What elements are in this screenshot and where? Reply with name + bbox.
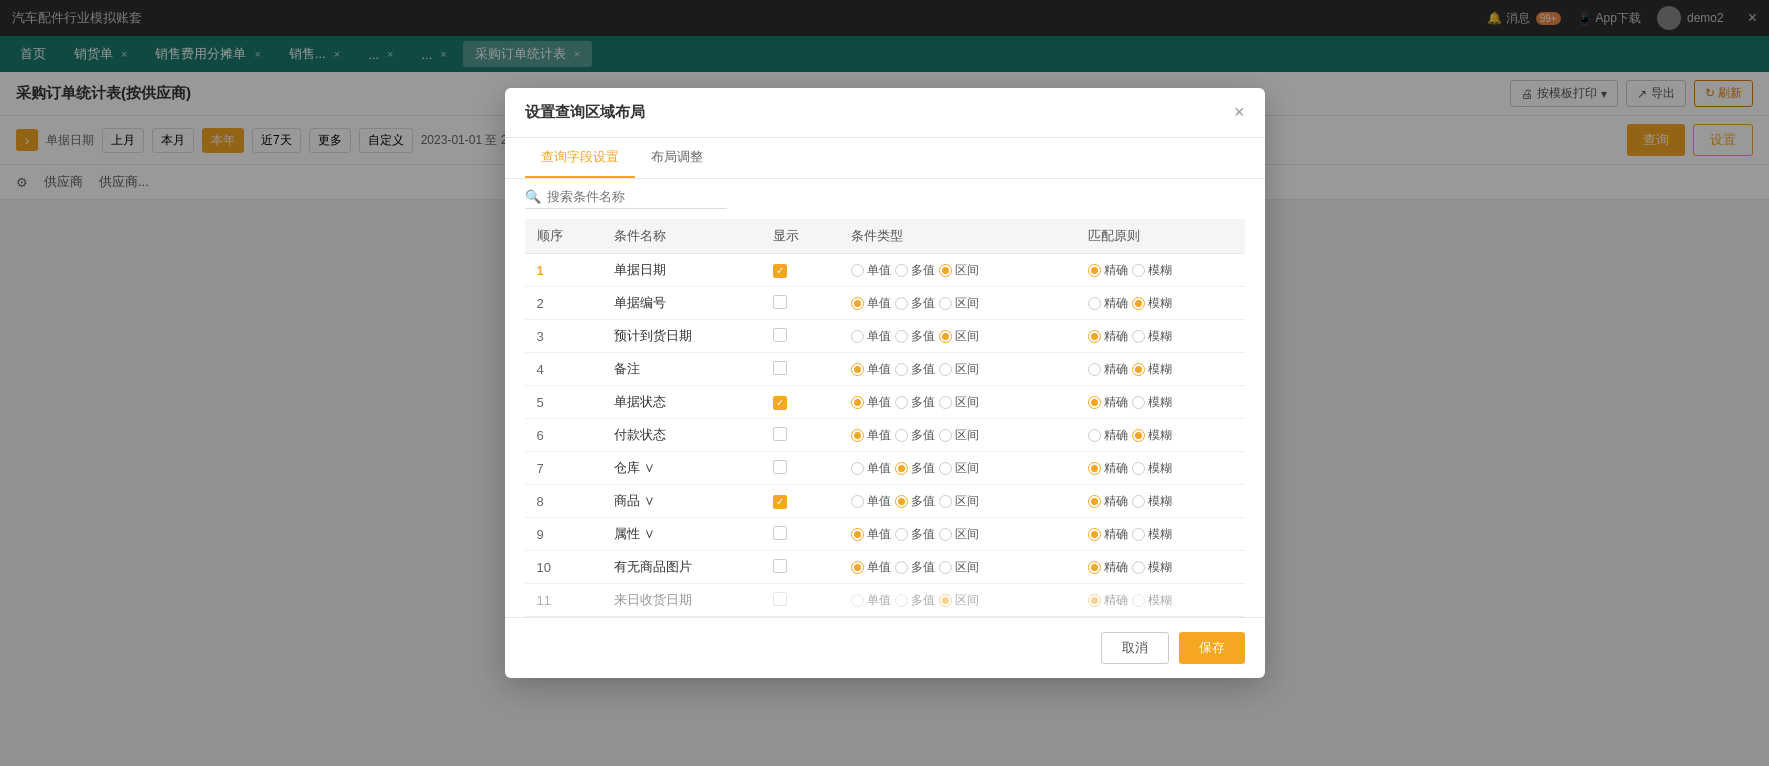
modal-close-button[interactable]: × (1234, 102, 1245, 123)
modal-tabs: 查询字段设置 布局调整 (505, 138, 1265, 179)
modal-header: 设置查询区域布局 × (505, 88, 1265, 138)
modal-title: 设置查询区域布局 (525, 103, 645, 122)
modal-dialog: 设置查询区域布局 × 查询字段设置 布局调整 🔍 顺序 (505, 88, 1265, 200)
search-wrap: 🔍 (525, 189, 727, 200)
tab-layout-adjust[interactable]: 布局调整 (635, 138, 719, 178)
modal-overlay: 设置查询区域布局 × 查询字段设置 布局调整 🔍 顺序 (0, 0, 1769, 200)
search-input[interactable] (547, 189, 727, 200)
search-icon: 🔍 (525, 189, 541, 200)
modal-search-area: 🔍 (505, 179, 1265, 200)
tab-query-fields[interactable]: 查询字段设置 (525, 138, 635, 178)
